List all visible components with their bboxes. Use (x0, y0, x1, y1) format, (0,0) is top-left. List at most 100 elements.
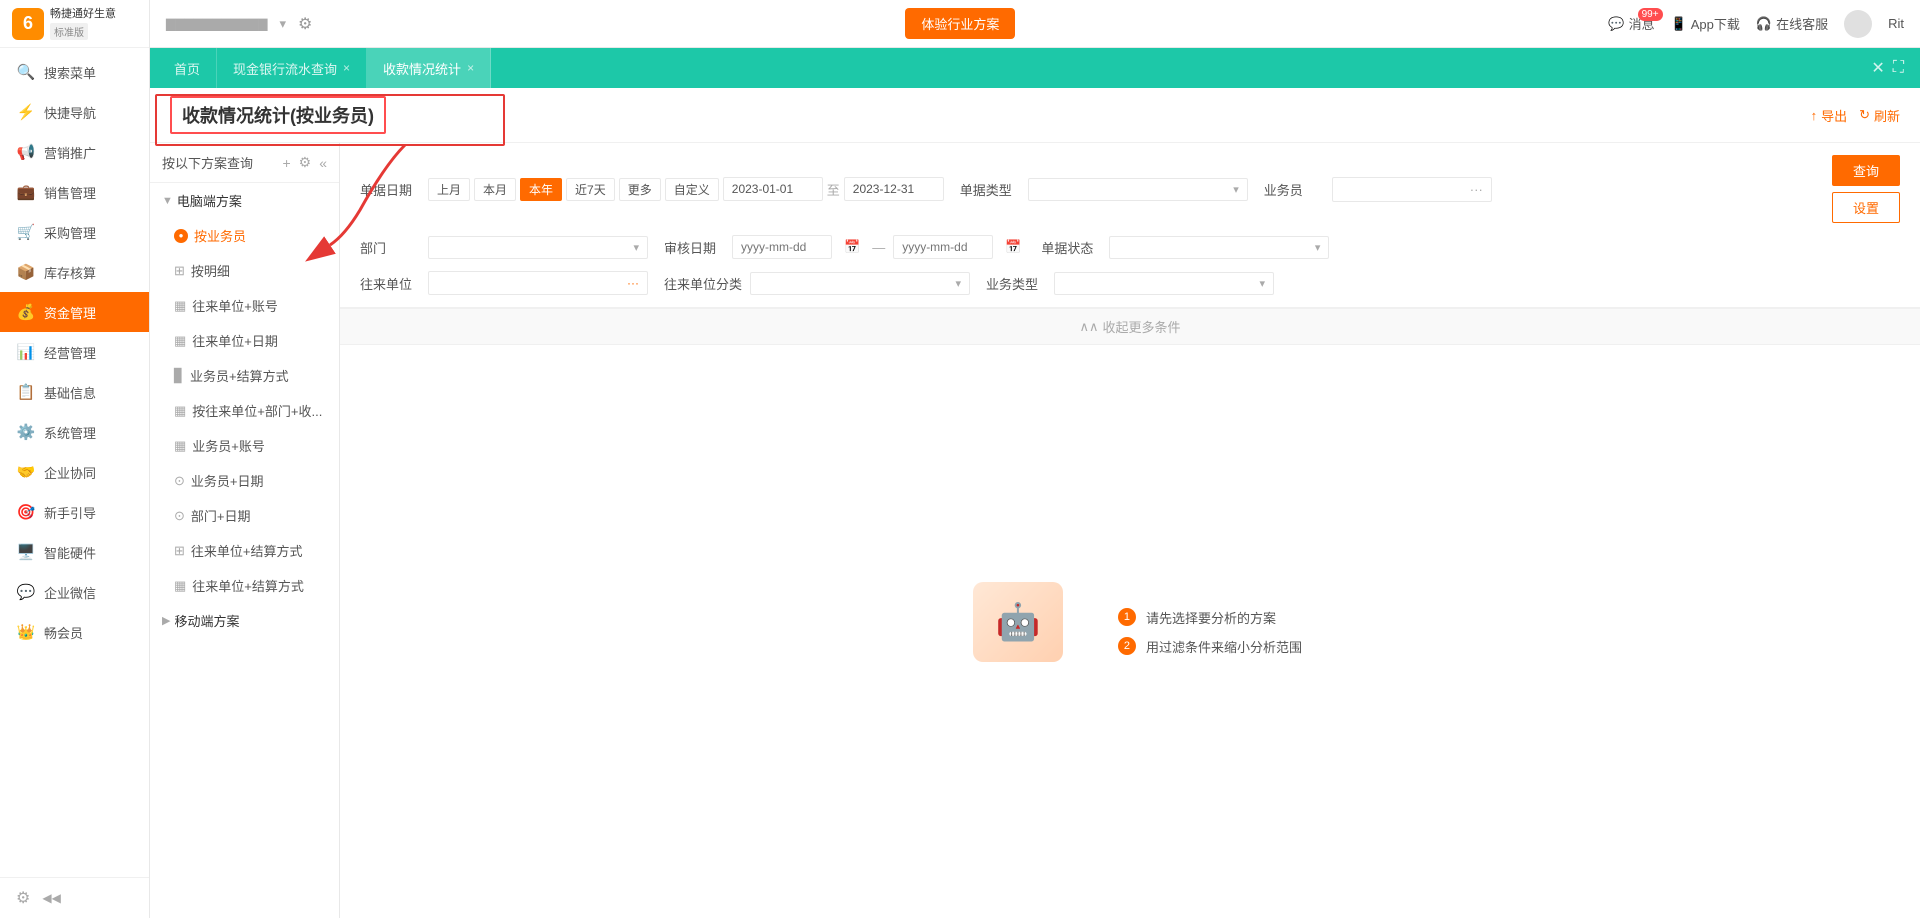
scheme-item-partner-payment1[interactable]: ⊞ 往来单位+结算方式 (150, 533, 339, 568)
desktop-scheme-title[interactable]: ▼ 电脑端方案 (150, 183, 339, 218)
sidebar-item-guide[interactable]: 🎯 新手引导 (0, 492, 149, 532)
wechat-icon: 💬 (16, 582, 36, 602)
btn-last-7-days[interactable]: 近7天 (566, 178, 615, 201)
sidebar-label-finance: 资金管理 (44, 303, 96, 322)
tab-bank-close-icon[interactable]: × (343, 61, 350, 75)
sidebar-item-inventory[interactable]: 📦 库存核算 (0, 252, 149, 292)
sidebar-item-search[interactable]: 🔍 搜索菜单 (0, 52, 149, 92)
scheme-item-partner-date[interactable]: ▦ 往来单位+日期 (150, 323, 339, 358)
scheme-partner-dept-label: 按往来单位+部门+收... (192, 401, 322, 420)
add-scheme-icon[interactable]: + (282, 155, 290, 171)
scheme-sales-payment-label: 业务员+结算方式 (190, 366, 289, 385)
date-separator: 至 (827, 180, 840, 199)
refresh-btn[interactable]: ↻ 刷新 (1859, 106, 1900, 125)
dept-select[interactable]: ▾ (428, 236, 648, 259)
doc-status-label: 单据状态 (1041, 238, 1101, 257)
collapse-chevron-icon: ∧∧ (1079, 319, 1098, 335)
sidebar-item-hardware[interactable]: 🖥️ 智能硬件 (0, 532, 149, 572)
scheme-item-sales-account[interactable]: ▦ 业务员+账号 (150, 428, 339, 463)
doc-type-select[interactable]: ▾ (1028, 178, 1248, 201)
message-btn[interactable]: 💬 消息 99+ (1608, 14, 1654, 33)
review-date-cal-icon2: 📅 (1005, 239, 1021, 255)
page-actions: ↑ 导出 ↻ 刷新 (1811, 106, 1900, 125)
date-end-input[interactable] (844, 177, 944, 201)
sidebar-item-finance[interactable]: 💰 资金管理 (0, 292, 149, 332)
salesperson-select[interactable]: ··· (1332, 177, 1492, 202)
biz-type-filter-item: 业务类型 ▾ (986, 272, 1274, 295)
inventory-icon: 📦 (16, 262, 36, 282)
collapse-bar[interactable]: ∧∧ 收起更多条件 (340, 308, 1920, 345)
sidebar-item-purchase[interactable]: 🛒 采购管理 (0, 212, 149, 252)
scheme-item-salesperson[interactable]: ● 按业务员 (150, 218, 339, 253)
scheme-salesperson-label: 按业务员 (194, 226, 246, 245)
scheme-item-sales-date[interactable]: ⊙ 业务员+日期 (150, 463, 339, 498)
purchase-icon: 🛒 (16, 222, 36, 242)
date-start-input[interactable] (723, 177, 823, 201)
maximize-icon[interactable]: ⛶ (1893, 59, 1904, 77)
close-window-icon[interactable]: ✕ (1871, 58, 1884, 78)
export-btn[interactable]: ↑ 导出 (1811, 106, 1848, 125)
scheme-item-partner-payment2[interactable]: ▦ 往来单位+结算方式 (150, 568, 339, 603)
tab-home[interactable]: 首页 (158, 48, 217, 88)
mobile-scheme-title[interactable]: ▶ 移动端方案 (150, 603, 339, 638)
btn-this-month[interactable]: 本月 (474, 178, 516, 201)
salesperson-filter-item: 业务员 ··· (1264, 177, 1544, 202)
tab-receipt-close-icon[interactable]: × (467, 61, 474, 75)
topbar: ▇▇▇▇▇▇▇▇▇▇▇ ▾ ⚙ 体验行业方案 💬 消息 99+ 📱 App下载 … (150, 0, 1920, 48)
review-date-label: 审核日期 (664, 238, 724, 257)
sidebar-item-system[interactable]: ⚙️ 系统管理 (0, 412, 149, 452)
tab-receipt[interactable]: 收款情况统计 × (367, 48, 491, 88)
online-service-btn[interactable]: 🎧 在线客服 (1756, 14, 1828, 33)
doc-status-arrow-icon: ▾ (1315, 241, 1321, 254)
review-date-start-input[interactable] (732, 235, 832, 259)
sidebar-item-coop[interactable]: 🤝 企业协同 (0, 452, 149, 492)
trial-btn[interactable]: 体验行业方案 (905, 8, 1015, 39)
sidebar-item-sales[interactable]: 💼 销售管理 (0, 172, 149, 212)
bar-chart-icon: ▊ (174, 368, 184, 384)
sidebar-item-vip[interactable]: 👑 畅会员 (0, 612, 149, 652)
btn-custom[interactable]: 自定义 (665, 178, 719, 201)
btn-last-month[interactable]: 上月 (428, 178, 470, 201)
scheme-item-detail[interactable]: ⊞ 按明细 (150, 253, 339, 288)
sidebar-settings-icon[interactable]: ⚙ (16, 888, 30, 908)
filter-form: 单据日期 上月 本月 本年 近7天 更多 自定义 至 (340, 143, 1920, 308)
sidebar-item-basic[interactable]: 📋 基础信息 (0, 372, 149, 412)
review-date-end-input[interactable] (893, 235, 993, 259)
partner-select[interactable]: ··· (428, 271, 648, 295)
sidebar: 6 畅捷通好生意 标准版 🔍 搜索菜单 ⚡ 快捷导航 📢 营销推广 💼 销售管理… (0, 0, 150, 918)
tab-bank[interactable]: 现金银行流水查询 × (217, 48, 367, 88)
app-download-btn[interactable]: 📱 App下载 (1671, 14, 1740, 33)
sidebar-item-quick-nav[interactable]: ⚡ 快捷导航 (0, 92, 149, 132)
btn-more[interactable]: 更多 (619, 178, 661, 201)
table-icon1: ▦ (174, 298, 186, 314)
settings-btn[interactable]: 设置 (1832, 192, 1900, 223)
date-label: 单据日期 (360, 180, 420, 199)
sidebar-item-business[interactable]: 📊 经营管理 (0, 332, 149, 372)
scheme-partner-account-label: 往来单位+账号 (192, 296, 278, 315)
dept-arrow-icon: ▾ (633, 241, 639, 254)
sidebar-item-wechat[interactable]: 💬 企业微信 (0, 572, 149, 612)
filter-row-2: 部门 ▾ 审核日期 📅 — 📅 (360, 235, 1900, 259)
hardware-icon: 🖥️ (16, 542, 36, 562)
mobile-scheme-label: 移动端方案 (174, 611, 239, 630)
table-icon4: ▦ (174, 438, 186, 454)
scheme-item-dept-date[interactable]: ⊙ 部门+日期 (150, 498, 339, 533)
sidebar-label-quick-nav: 快捷导航 (44, 103, 96, 122)
panel-collapse-icon[interactable]: « (319, 155, 327, 171)
user-avatar[interactable] (1844, 10, 1872, 38)
partner-more-icon: ··· (627, 276, 639, 290)
finance-icon: 💰 (16, 302, 36, 322)
biz-type-select[interactable]: ▾ (1054, 272, 1274, 295)
sidebar-item-marketing[interactable]: 📢 营销推广 (0, 132, 149, 172)
topbar-settings-icon[interactable]: ⚙ (298, 14, 312, 34)
scheme-settings-icon[interactable]: ⚙ (299, 154, 312, 171)
scheme-item-partner-dept[interactable]: ▦ 按往来单位+部门+收... (150, 393, 339, 428)
sidebar-collapse-icon[interactable]: ◀◀ (42, 891, 60, 905)
btn-this-year[interactable]: 本年 (520, 178, 562, 201)
scheme-item-partner-account[interactable]: ▦ 往来单位+账号 (150, 288, 339, 323)
scheme-item-sales-payment[interactable]: ▊ 业务员+结算方式 (150, 358, 339, 393)
doc-status-select[interactable]: ▾ (1109, 236, 1329, 259)
filter-panel-label: 按以下方案查询 (162, 153, 274, 172)
partner-category-select[interactable]: ▾ (750, 272, 970, 295)
query-btn[interactable]: 查询 (1832, 155, 1900, 186)
